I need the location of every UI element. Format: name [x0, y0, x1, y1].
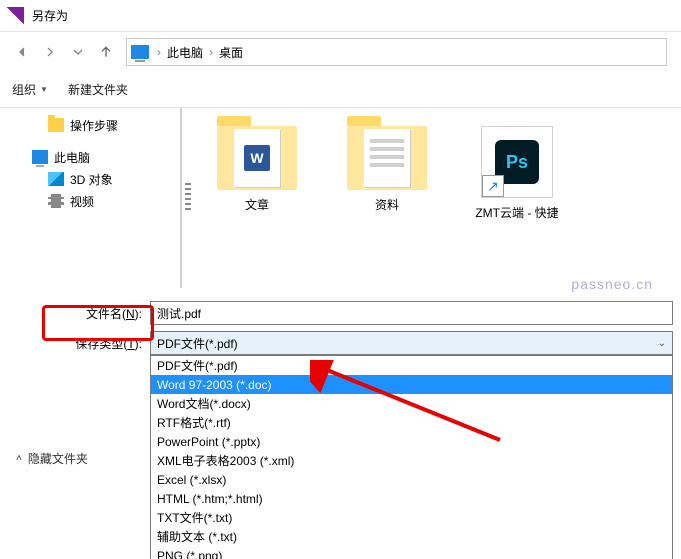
- tree-item-steps[interactable]: 操作步骤: [4, 114, 176, 136]
- organize-button[interactable]: 组织 ▼: [12, 81, 48, 98]
- chevron-up-icon: ˄: [16, 453, 22, 464]
- body-pane: 操作步骤 此电脑 3D 对象 视频 W 文章 资: [0, 108, 681, 288]
- cube-icon: [48, 172, 64, 186]
- nav-bar: › 此电脑 › 桌面: [0, 32, 681, 72]
- filetype-option-xml[interactable]: XML电子表格2003 (*.xml): [151, 451, 672, 470]
- chevron-down-icon: [70, 44, 86, 60]
- filetype-option-pdf[interactable]: PDF文件(*.pdf): [151, 356, 672, 375]
- filename-row: 文件名(N):: [0, 298, 681, 328]
- this-pc-icon: [131, 45, 149, 59]
- film-icon: [48, 194, 64, 208]
- file-label: 资料: [342, 196, 432, 213]
- filetype-selected: PDF文件(*.pdf): [157, 335, 238, 352]
- save-as-dialog: 另存为 › 此电脑 › 桌面 组织 ▼ 新建文件夹: [0, 0, 681, 559]
- file-label: ZMT云端 - 快捷: [472, 204, 562, 221]
- separator-icon: ›: [205, 45, 217, 59]
- arrow-up-icon: [98, 44, 114, 60]
- titlebar: 另存为: [0, 0, 681, 32]
- file-label: 文章: [212, 196, 302, 213]
- hide-folders-toggle[interactable]: ˄ 隐藏文件夹: [16, 450, 88, 467]
- monitor-icon: [32, 150, 48, 164]
- app-icon: [6, 7, 24, 25]
- filetype-display[interactable]: PDF文件(*.pdf) ⌄: [150, 331, 673, 355]
- filetype-dropdown-list: PDF文件(*.pdf) Word 97-2003 (*.doc) Word文档…: [150, 355, 673, 559]
- file-pane: W 文章 资料 Ps ↗ ZMT云端 - 快捷: [182, 108, 681, 288]
- filetype-option-xlsx[interactable]: Excel (*.xlsx): [151, 470, 672, 489]
- new-folder-label: 新建文件夹: [68, 81, 128, 98]
- file-item-word-folder[interactable]: W 文章: [212, 126, 302, 270]
- form-area: 文件名(N): 保存类型(T): PDF文件(*.pdf) ⌄ PDF文件(*.…: [0, 288, 681, 358]
- nav-forward-button: [36, 38, 64, 66]
- filetype-label: 保存类型(T):: [0, 335, 150, 352]
- address-bar[interactable]: › 此电脑 › 桌面: [126, 38, 667, 66]
- chevron-down-icon: ▼: [40, 85, 48, 94]
- shortcut-arrow-icon: ↗: [482, 175, 504, 197]
- nav-tree: 操作步骤 此电脑 3D 对象 视频: [0, 108, 180, 288]
- file-item-ps-shortcut[interactable]: Ps ↗ ZMT云端 - 快捷: [472, 126, 562, 270]
- chevron-down-icon: ⌄: [658, 338, 666, 349]
- arrow-right-icon: [42, 44, 58, 60]
- folder-icon: [48, 118, 64, 132]
- tree-item-3d-objects[interactable]: 3D 对象: [4, 168, 176, 190]
- hide-folders-label: 隐藏文件夹: [28, 450, 88, 467]
- filetype-option-txt[interactable]: TXT文件(*.txt): [151, 508, 672, 527]
- filetype-option-html[interactable]: HTML (*.htm;*.html): [151, 489, 672, 508]
- folder-icon: [347, 126, 427, 190]
- tree-label: 3D 对象: [70, 171, 113, 188]
- arrow-left-icon: [14, 44, 30, 60]
- toolbar: 组织 ▼ 新建文件夹: [0, 72, 681, 108]
- filetype-option-doc[interactable]: Word 97-2003 (*.doc): [151, 375, 672, 394]
- organize-label: 组织: [12, 81, 36, 98]
- folder-icon: W: [217, 126, 297, 190]
- filetype-option-pptx[interactable]: PowerPoint (*.pptx): [151, 432, 672, 451]
- tree-label: 此电脑: [54, 149, 90, 166]
- tree-label: 视频: [70, 193, 94, 210]
- filename-label: 文件名(N):: [0, 305, 150, 322]
- nav-up-button[interactable]: [92, 38, 120, 66]
- filetype-combobox[interactable]: PDF文件(*.pdf) ⌄ PDF文件(*.pdf) Word 97-2003…: [150, 331, 673, 355]
- new-folder-button[interactable]: 新建文件夹: [68, 81, 128, 98]
- tree-item-videos[interactable]: 视频: [4, 190, 176, 212]
- tree-item-this-pc[interactable]: 此电脑: [4, 146, 176, 168]
- nav-back-button: [8, 38, 36, 66]
- filetype-option-aux-txt[interactable]: 辅助文本 (*.txt): [151, 527, 672, 546]
- dialog-title: 另存为: [32, 7, 68, 24]
- separator-icon: ›: [153, 45, 165, 59]
- shortcut-icon: Ps ↗: [481, 126, 553, 198]
- breadcrumb-this-pc[interactable]: 此电脑: [165, 44, 205, 61]
- filetype-option-rtf[interactable]: RTF格式(*.rtf): [151, 413, 672, 432]
- filename-input[interactable]: [150, 301, 673, 325]
- splitter-handle[interactable]: [180, 108, 182, 288]
- breadcrumb-desktop[interactable]: 桌面: [217, 44, 245, 61]
- filetype-option-png[interactable]: PNG (*.png): [151, 546, 672, 559]
- tree-label: 操作步骤: [70, 117, 118, 134]
- filetype-row: 保存类型(T): PDF文件(*.pdf) ⌄ PDF文件(*.pdf) Wor…: [0, 328, 681, 358]
- filetype-option-docx[interactable]: Word文档(*.docx): [151, 394, 672, 413]
- nav-recent-button[interactable]: [64, 38, 92, 66]
- file-item-plain-folder[interactable]: 资料: [342, 126, 432, 270]
